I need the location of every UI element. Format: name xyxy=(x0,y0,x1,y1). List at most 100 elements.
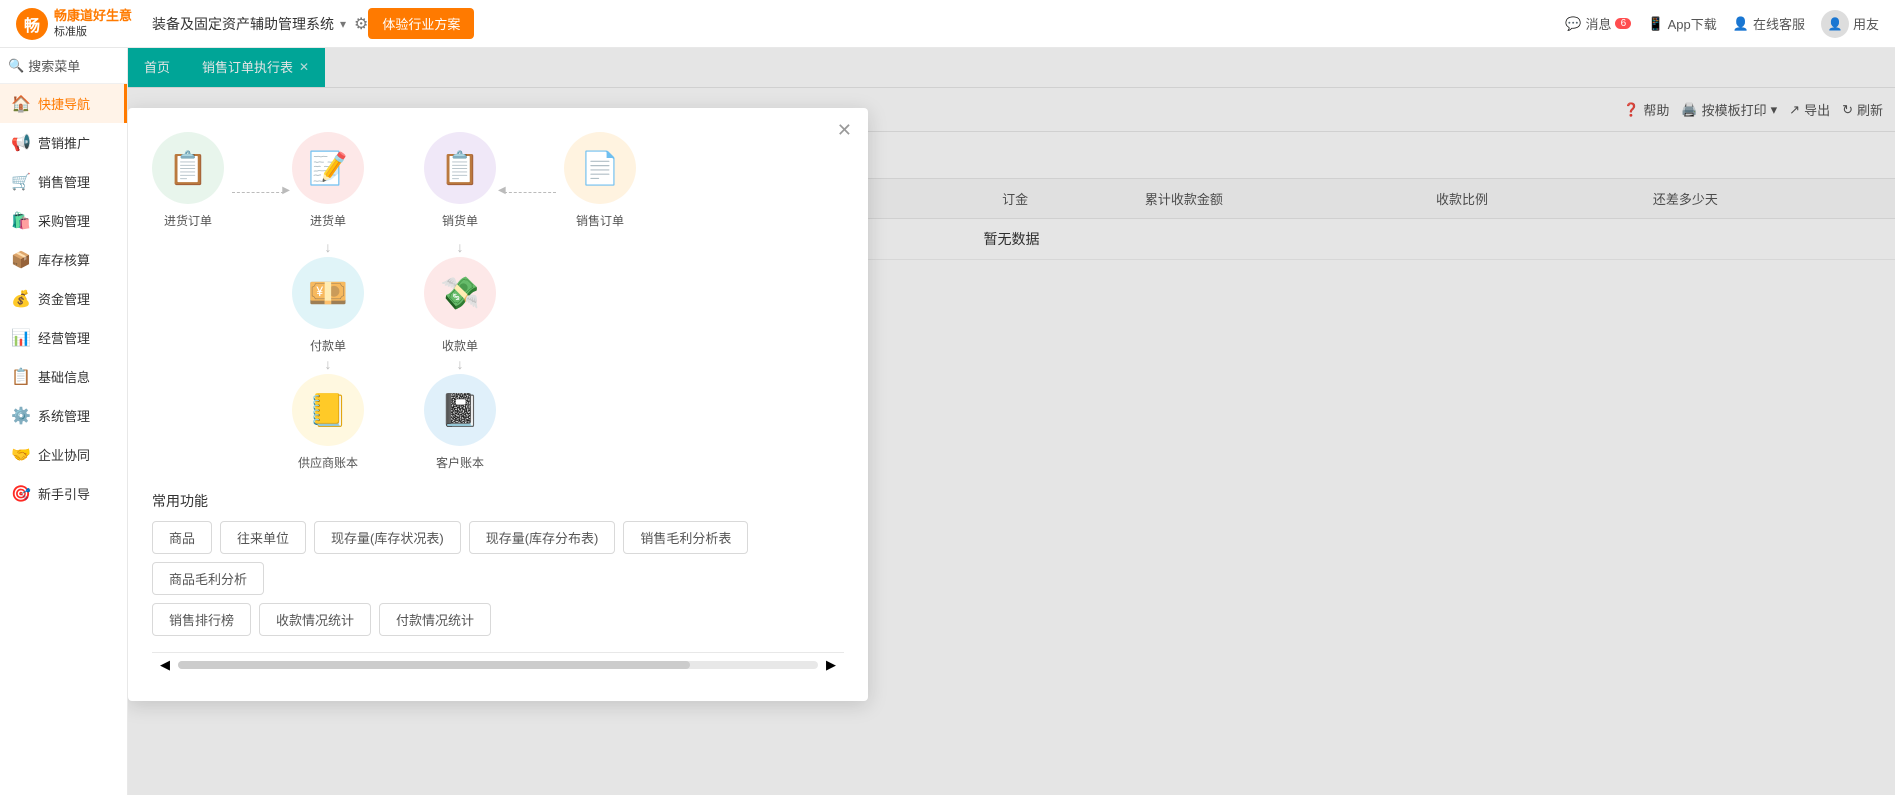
sale-bill-node[interactable]: 📋 销货单 xyxy=(424,132,496,229)
func-btn-stock-status[interactable]: 现存量(库存状况表) xyxy=(314,521,461,554)
sidebar-item-finance[interactable]: 💰 资金管理 xyxy=(0,279,127,318)
sidebar-item-label: 采购管理 xyxy=(38,211,90,230)
receipt-bill-label: 收款单 xyxy=(442,337,478,354)
experience-button[interactable]: 体验行业方案 xyxy=(368,8,474,39)
sidebar-item-label: 资金管理 xyxy=(38,289,90,308)
scroll-right-icon[interactable]: ▶ xyxy=(826,657,836,673)
sale-order-label: 销售订单 xyxy=(576,212,624,229)
payment-bill-label: 付款单 xyxy=(310,337,346,354)
sidebar-item-operations[interactable]: 📊 经营管理 xyxy=(0,318,127,357)
customer-book-icon: 📓 xyxy=(424,374,496,446)
guide-icon: 🎯 xyxy=(12,485,30,503)
basic-info-icon: 📋 xyxy=(12,368,30,386)
arrow-down-supplier: ↓ xyxy=(325,356,332,372)
payment-bill-icon: 💴 xyxy=(292,257,364,329)
func-btn-stock-dist[interactable]: 现存量(库存分布表) xyxy=(469,521,616,554)
online-service-button[interactable]: 👤 在线客服 xyxy=(1733,14,1805,33)
sidebar-item-guide[interactable]: 🎯 新手引导 xyxy=(0,474,127,513)
sale-bill-icon: 📋 xyxy=(424,132,496,204)
app-download-button[interactable]: 📱 App下载 xyxy=(1647,14,1716,33)
top-bar-actions: 💬 消息 6 📱 App下载 👤 在线客服 👤 用友 xyxy=(1565,10,1879,38)
sidebar-item-label: 快捷导航 xyxy=(38,94,90,113)
system-name: 装备及固定资产辅助管理系统 xyxy=(152,14,334,34)
func-btn-sales-ranking[interactable]: 销售排行榜 xyxy=(152,603,251,636)
logo-text: 畅康道好生意 标准版 xyxy=(54,8,132,39)
customer-book-node[interactable]: 📓 客户账本 xyxy=(424,374,496,471)
logo-icon: 畅 xyxy=(16,8,48,40)
inventory-icon: 📦 xyxy=(12,251,30,269)
sale-bill-label: 销货单 xyxy=(442,212,478,229)
avatar: 👤 xyxy=(1821,10,1849,38)
sidebar: 🔍 搜索菜单 🏠 快捷导航 📢 营销推广 🛒 销售管理 🛍️ 采购管理 📦 xyxy=(0,48,128,795)
system-title: 装备及固定资产辅助管理系统 ▾ xyxy=(152,14,346,34)
logo-area: 畅 畅康道好生意 标准版 xyxy=(16,8,144,40)
service-icon: 👤 xyxy=(1733,16,1749,32)
sidebar-item-system[interactable]: ⚙️ 系统管理 xyxy=(0,396,127,435)
purchase-order-node[interactable]: 📋 进货订单 xyxy=(152,132,224,229)
arrow-down-customer: ↓ xyxy=(457,356,464,372)
sale-order-node[interactable]: 📄 销售订单 xyxy=(564,132,636,229)
message-button[interactable]: 💬 消息 6 xyxy=(1565,14,1631,33)
purchase-icon: 🛍️ xyxy=(12,212,30,230)
sidebar-item-label: 经营管理 xyxy=(38,328,90,347)
sidebar-item-label: 新手引导 xyxy=(38,484,90,503)
purchase-bill-label: 进货单 xyxy=(310,212,346,229)
func-btn-product[interactable]: 商品 xyxy=(152,521,212,554)
supplier-book-node[interactable]: 📒 供应商账本 xyxy=(292,374,364,471)
system-dropdown-icon[interactable]: ▾ xyxy=(340,17,346,31)
purchase-order-icon: 📋 xyxy=(152,132,224,204)
sidebar-item-purchase[interactable]: 🛍️ 采购管理 xyxy=(0,201,127,240)
func-btn-sales-profit[interactable]: 销售毛利分析表 xyxy=(623,521,748,554)
func-btn-product-profit[interactable]: 商品毛利分析 xyxy=(152,562,264,595)
message-icon: 💬 xyxy=(1565,16,1581,32)
sidebar-item-inventory[interactable]: 📦 库存核算 xyxy=(0,240,127,279)
func-btn-receipt-stats[interactable]: 收款情况统计 xyxy=(259,603,371,636)
sidebar-item-cooperation[interactable]: 🤝 企业协同 xyxy=(0,435,127,474)
func-btn-payment-stats[interactable]: 付款情况统计 xyxy=(379,603,491,636)
home-icon: 🏠 xyxy=(12,95,30,113)
scroll-left-icon[interactable]: ◀ xyxy=(160,657,170,673)
flow-modal: ✕ 📋 进货订单 xyxy=(128,108,868,701)
finance-icon: 💰 xyxy=(12,290,30,308)
sales-icon: 🛒 xyxy=(12,173,30,191)
func-buttons: 商品 往来单位 现存量(库存状况表) 现存量(库存分布表) 销售毛利分析表 商品… xyxy=(152,521,844,595)
sidebar-item-sales[interactable]: 🛒 销售管理 xyxy=(0,162,127,201)
scroll-bar[interactable] xyxy=(178,661,818,669)
sidebar-item-label: 销售管理 xyxy=(38,172,90,191)
search-menu[interactable]: 🔍 搜索菜单 xyxy=(0,48,127,84)
sidebar-item-marketing[interactable]: 📢 营销推广 xyxy=(0,123,127,162)
func-buttons-row2: 销售排行榜 收款情况统计 付款情况统计 xyxy=(152,603,844,636)
content-area: 首页 销售订单执行表 ✕ ❓ 帮助 🖨️ 按模板打印 ▾ xyxy=(128,48,1895,795)
receipt-bill-icon: 💸 xyxy=(424,257,496,329)
sidebar-item-basic-info[interactable]: 📋 基础信息 xyxy=(0,357,127,396)
sidebar-item-quick-nav[interactable]: 🏠 快捷导航 xyxy=(0,84,127,123)
modal-overlay: ✕ 📋 进货订单 xyxy=(128,48,1895,795)
customer-book-label: 客户账本 xyxy=(436,454,484,471)
sidebar-item-label: 基础信息 xyxy=(38,367,90,386)
sidebar-item-label: 营销推广 xyxy=(38,133,90,152)
search-icon: 🔍 xyxy=(8,58,24,74)
cooperation-icon: 🤝 xyxy=(12,446,30,464)
common-functions-title: 常用功能 xyxy=(152,491,844,511)
arrow-down-payment: ↓ xyxy=(325,239,332,255)
modal-close-button[interactable]: ✕ xyxy=(837,120,852,141)
scroll-hint: ◀ ▶ xyxy=(152,652,844,677)
purchase-bill-icon: 📝 xyxy=(292,132,364,204)
arrow-down-receipt: ↓ xyxy=(457,239,464,255)
arrow-2: ◀ xyxy=(504,168,556,193)
operations-icon: 📊 xyxy=(12,329,30,347)
arrow-1: ▶ xyxy=(232,168,284,193)
download-icon: 📱 xyxy=(1647,16,1663,32)
payment-bill-node[interactable]: 💴 付款单 xyxy=(292,257,364,354)
receipt-bill-node[interactable]: 💸 收款单 xyxy=(424,257,496,354)
supplier-book-icon: 📒 xyxy=(292,374,364,446)
scroll-thumb xyxy=(178,661,690,669)
sidebar-item-label: 企业协同 xyxy=(38,445,90,464)
user-button[interactable]: 👤 用友 xyxy=(1821,10,1879,38)
message-badge: 6 xyxy=(1615,18,1631,29)
func-btn-partner[interactable]: 往来单位 xyxy=(220,521,306,554)
purchase-bill-node[interactable]: 📝 进货单 xyxy=(292,132,364,229)
gear-icon[interactable]: ⚙ xyxy=(354,14,368,34)
purchase-order-label: 进货订单 xyxy=(164,212,212,229)
system-icon: ⚙️ xyxy=(12,407,30,425)
